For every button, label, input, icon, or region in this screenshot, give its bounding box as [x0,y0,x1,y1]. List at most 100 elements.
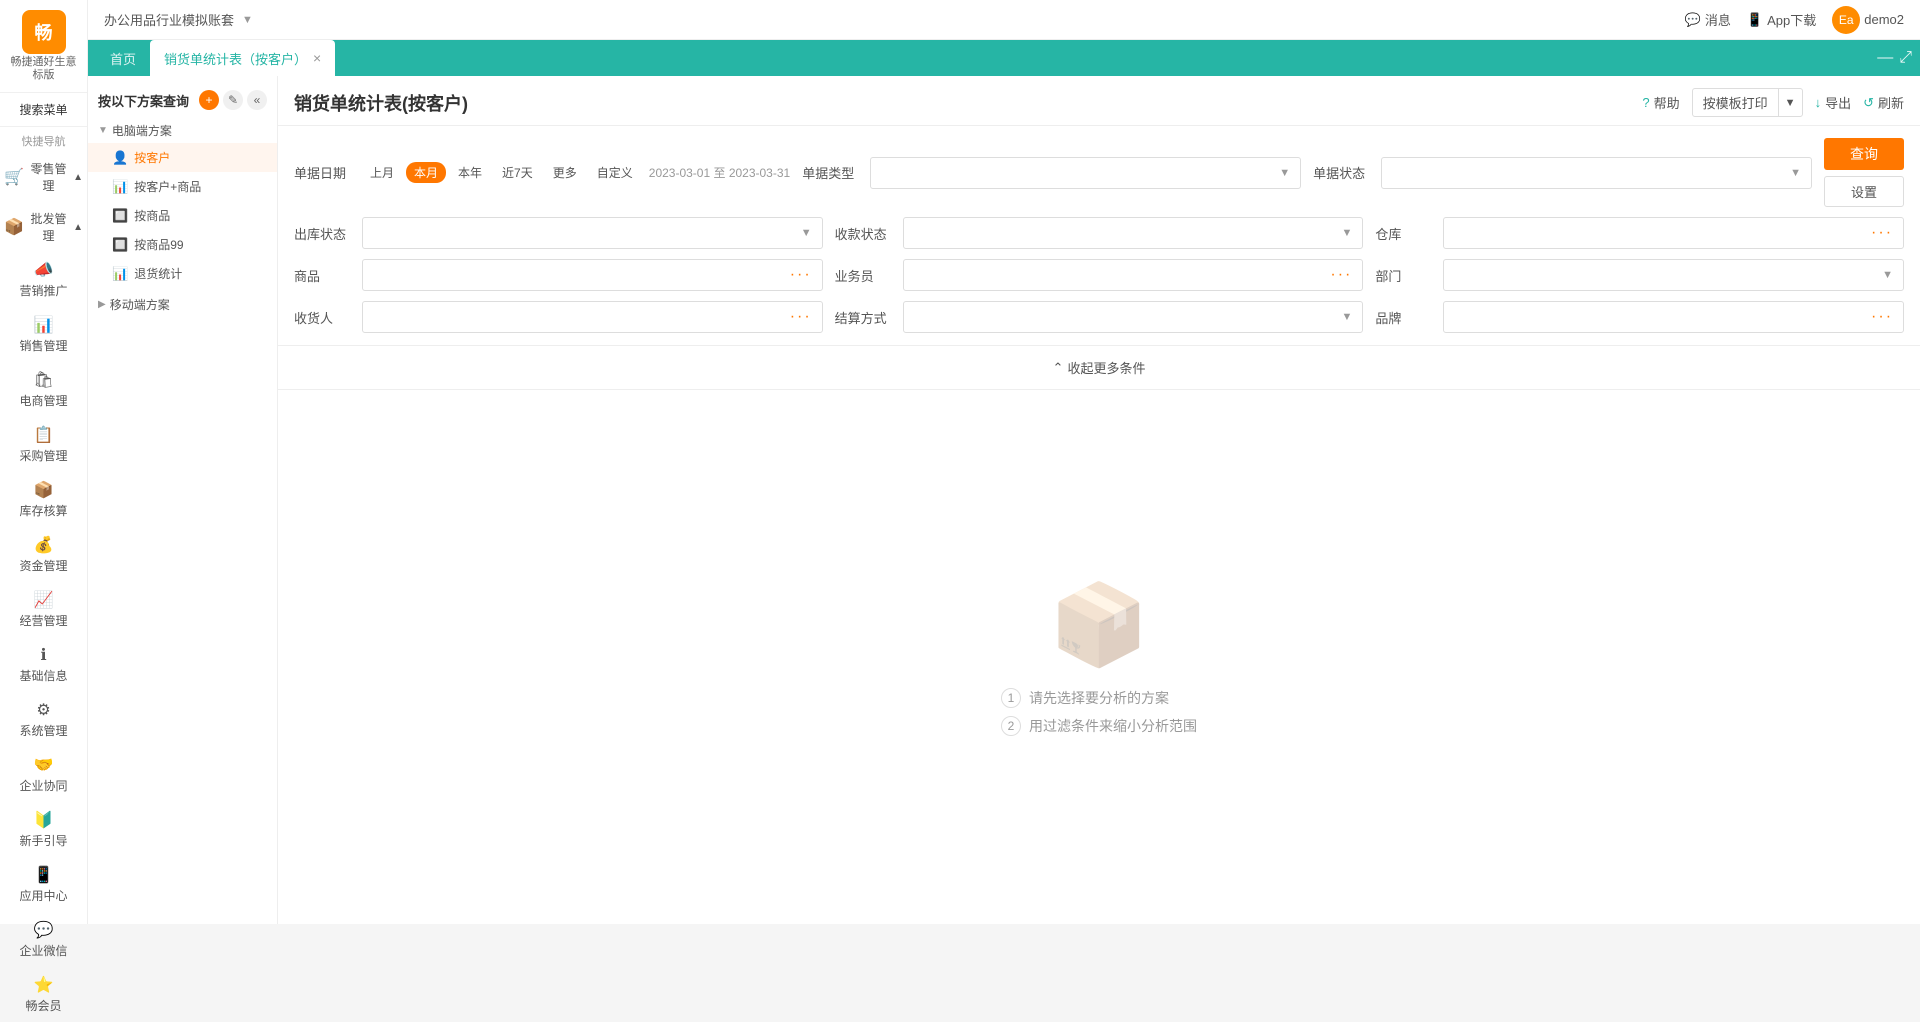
brand-label: 品牌 [1375,308,1431,327]
date-range-text: 2023-03-01 至 2023-03-31 [649,164,790,181]
help-btn[interactable]: ? 帮助 [1642,93,1679,112]
tree-item-by-goods-99[interactable]: 🔲 按商品99 [88,230,277,259]
enterprise-icon: 🤝 [34,755,54,775]
collect-status-select[interactable]: ▼ [903,217,1364,249]
by-customer-goods-label: 按客户+商品 [134,178,201,195]
empty-state: 📦 1 请先选择要分析的方案 2 用过滤条件来缩小分析范围 [278,390,1920,924]
sidebar-item-newbie[interactable]: 🔰 新手引导 [0,802,87,857]
top-header: 办公用品行业模拟账套 ▼ 💬 消息 📱 App下载 Ea demo2 [88,0,1920,40]
warehouse-select[interactable]: ··· [1443,217,1904,249]
sidebar-item-inventory[interactable]: 📦 库存核算 [0,472,87,527]
this-year-btn[interactable]: 本年 [450,162,490,183]
tab-close-icon[interactable]: × [313,50,321,66]
filter-row-1: 单据日期 上月 本月 本年 近7天 更多 自定义 2023-03-01 至 20… [294,138,1904,207]
goods-select[interactable]: ··· [362,259,823,291]
sidebar-item-apps[interactable]: 📱 应用中心 [0,857,87,912]
help-label: 帮助 [1654,93,1680,112]
page-title: 销货单统计表(按客户) [294,90,468,116]
prev-month-btn[interactable]: 上月 [362,162,402,183]
app-download-btn[interactable]: 📱 App下载 [1747,10,1816,29]
query-btn[interactable]: 查询 [1824,138,1904,170]
tree-expand-icon: ▼ [98,125,108,136]
by-customer-label: 按客户 [134,149,170,166]
lp-collapse-btn[interactable]: « [247,90,267,110]
doc-type-select[interactable]: ▼ [870,157,1301,189]
warehouse-dots[interactable]: ··· [1871,224,1893,242]
payment-select[interactable]: ▼ [903,301,1364,333]
filter-row-3: 商品 ··· 业务员 ··· 部门 ▼ [294,259,1904,291]
doc-status-select[interactable]: ▼ [1381,157,1812,189]
tab-minimize-btn[interactable]: — [1877,49,1893,67]
export-btn[interactable]: ↓ 导出 [1815,93,1852,112]
tab-maximize-btn[interactable]: ⤢ [1899,49,1912,67]
refresh-label: 刷新 [1878,93,1904,112]
tab-bar: 首页 销货单统计表（按客户） × — ⤢ [88,40,1920,76]
sidebar-item-ecommerce-label: 电商管理 [19,392,67,409]
tree-item-by-customer[interactable]: 👤 按客户 [88,143,277,172]
brand-select[interactable]: ··· [1443,301,1904,333]
tab-home[interactable]: 首页 [96,40,150,76]
refresh-btn[interactable]: ↺ 刷新 [1863,93,1904,112]
tree-item-by-customer-goods[interactable]: 📊 按客户+商品 [88,172,277,201]
sidebar-item-wechat[interactable]: 💬 企业微信 [0,912,87,967]
left-panel-title-text: 按以下方案查询 [98,91,189,110]
tip-text-1: 请先选择要分析的方案 [1029,688,1169,708]
help-icon: ? [1642,95,1649,110]
by-goods-99-label: 按商品99 [134,236,183,253]
sidebar-item-operation[interactable]: 📈 经营管理 [0,582,87,637]
print-main-btn[interactable]: 按模板打印 [1693,89,1779,116]
sidebar-item-purchase[interactable]: 📋 采购管理 [0,417,87,472]
salesperson-dots[interactable]: ··· [1330,266,1352,284]
collapse-more-btn[interactable]: ⌃ 收起更多条件 [1041,354,1158,381]
lp-edit-btn[interactable]: ✎ [223,90,243,110]
return-stat-icon: 📊 [112,266,128,282]
out-status-select[interactable]: ▼ [362,217,823,249]
goods-dots[interactable]: ··· [790,266,812,284]
tab-sales-stat[interactable]: 销货单统计表（按客户） × [150,40,335,76]
collect-status-label: 收款状态 [835,224,891,243]
brand-dots[interactable]: ··· [1871,308,1893,326]
sidebar-item-vip[interactable]: ⭐ 畅会员 [0,967,87,1022]
avatar: Ea [1832,6,1860,34]
sidebar-item-wholesale[interactable]: 📦 批发管理 ▲ [0,202,87,252]
search-menu[interactable]: 搜索菜单 [0,93,87,127]
message-btn[interactable]: 💬 消息 [1685,10,1731,29]
custom-btn[interactable]: 自定义 [589,162,641,183]
receiver-dots[interactable]: ··· [790,308,812,326]
sidebar-item-basic[interactable]: ℹ 基础信息 [0,637,87,692]
tree-mobile-label[interactable]: ▶ 移动端方案 [88,292,277,317]
user-menu[interactable]: Ea demo2 [1832,6,1904,34]
tree-group-desktop: ▼ 电脑端方案 👤 按客户 📊 按客户+商品 🔲 按商品 🔲 按商品 [88,118,277,288]
tree-desktop-label[interactable]: ▼ 电脑端方案 [88,118,277,143]
receiver-select[interactable]: ··· [362,301,823,333]
sidebar-item-finance[interactable]: 💰 资金管理 [0,527,87,582]
tree-desktop-text: 电脑端方案 [112,122,172,139]
sidebar-item-enterprise[interactable]: 🤝 企业协同 [0,747,87,802]
sidebar-item-ecommerce[interactable]: 🛍 电商管理 [0,362,87,417]
more-btn[interactable]: 更多 [545,162,585,183]
tree-item-by-goods[interactable]: 🔲 按商品 [88,201,277,230]
retail-icon: 🛒 [4,167,24,187]
sidebar-item-sales[interactable]: 📊 销售管理 [0,307,87,362]
settings-btn[interactable]: 设置 [1824,176,1904,207]
sidebar-item-vip-label: 畅会员 [25,997,61,1014]
action-buttons: 查询 设置 [1824,138,1904,207]
search-menu-label[interactable]: 搜索菜单 [19,103,67,117]
salesperson-select[interactable]: ··· [903,259,1364,291]
lp-add-btn[interactable]: + [199,90,219,110]
salesperson-label: 业务员 [835,266,891,285]
sidebar-item-system[interactable]: ⚙ 系统管理 [0,692,87,747]
dept-select[interactable]: ▼ [1443,259,1904,291]
breadcrumb-dropdown[interactable]: ▼ [242,14,253,26]
tree-item-return-stat[interactable]: 📊 退货统计 [88,259,277,288]
breadcrumb-text: 办公用品行业模拟账套 [104,10,234,29]
sales-icon: 📊 [34,315,54,335]
print-arrow-btn[interactable]: ▼ [1779,93,1802,113]
right-panel: 销货单统计表(按客户) ? 帮助 按模板打印 ▼ ↓ 导出 [278,76,1920,924]
tree-mobile-expand-icon: ▶ [98,299,106,310]
last7-btn[interactable]: 近7天 [494,162,541,183]
sidebar-item-marketing[interactable]: 📣 营销推广 [0,252,87,307]
this-month-btn[interactable]: 本月 [406,162,446,183]
sidebar-item-retail[interactable]: 🛒 零售管理 ▲ [0,152,87,202]
doc-type-label: 单据类型 [802,163,858,182]
